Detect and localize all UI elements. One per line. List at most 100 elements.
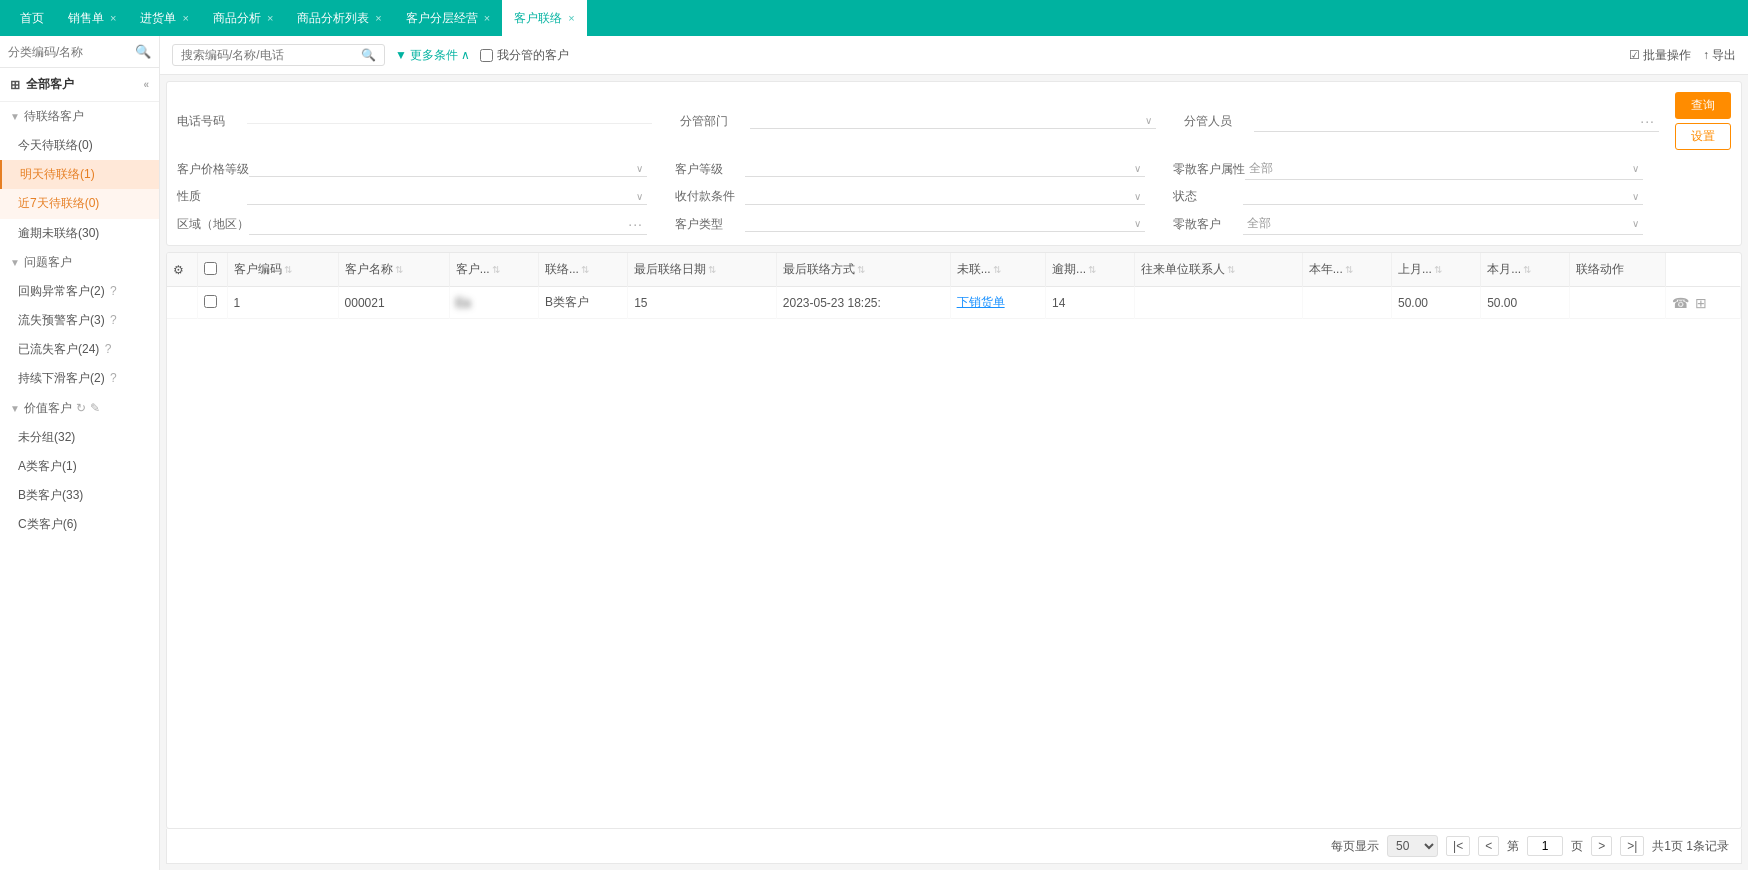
reset-button[interactable]: 设置 <box>1675 123 1731 150</box>
nav-analysis-list[interactable]: 商品分析列表 × <box>285 0 393 36</box>
nature-down-icon: ∨ <box>636 191 643 202</box>
last-page-button[interactable]: >| <box>1620 836 1644 856</box>
main-search-input[interactable] <box>181 48 361 62</box>
row-name[interactable]: Ea <box>449 287 538 319</box>
row-index: 1 <box>227 287 338 319</box>
group-problem-customers[interactable]: ▼ 问题客户 <box>0 248 159 277</box>
sort-overdue-icon[interactable]: ⇅ <box>1088 264 1096 275</box>
main-search-icon[interactable]: 🔍 <box>361 48 376 62</box>
col-last-month: 上月... ⇅ <box>1391 253 1480 287</box>
row-last-method[interactable]: 下销货单 <box>950 287 1045 319</box>
dept-select[interactable]: ∨ <box>750 113 1155 129</box>
sidebar-item-7days[interactable]: 近7天待联络(0) <box>0 189 159 218</box>
sidebar-item-overdue[interactable]: 逾期未联络(30) <box>0 219 159 248</box>
sort-contacts-icon[interactable]: ⇅ <box>581 264 589 275</box>
export-button[interactable]: ↑ 导出 <box>1703 47 1736 64</box>
group-value-customers[interactable]: ▼ 价值客户 ↻ ✎ <box>0 394 159 423</box>
sort-this-year-icon[interactable]: ⇅ <box>1345 264 1353 275</box>
refresh-icon[interactable]: ↻ <box>76 401 86 415</box>
sidebar-item-declining[interactable]: 持续下滑客户(2) ? <box>0 364 159 393</box>
batch-operation-button[interactable]: ☑ 批量操作 <box>1629 47 1691 64</box>
sidebar-item-abnormal[interactable]: 回购异常客户(2) ? <box>0 277 159 306</box>
sort-name-icon[interactable]: ⇅ <box>395 264 403 275</box>
sidebar-item-churned[interactable]: 已流失客户(24) ? <box>0 335 159 364</box>
sidebar-item-today[interactable]: 今天待联络(0) <box>0 131 159 160</box>
nature-select[interactable]: ∨ <box>247 189 647 205</box>
manager-select[interactable]: ··· <box>1254 111 1659 132</box>
row-select-checkbox[interactable] <box>204 295 217 308</box>
nav-sales[interactable]: 销售单 × <box>56 0 128 36</box>
retail-customer-select[interactable]: 全部 ∨ <box>1243 213 1643 235</box>
col-checkbox[interactable] <box>197 253 227 287</box>
filter-row-2: 客户价格等级 ∨ 客户等级 ∨ 零散客户属性 全部 ∨ <box>177 158 1731 180</box>
filter-actions: 查询 设置 <box>1675 92 1731 150</box>
content-area: 🔍 ▼ 更多条件 ∧ 我分管的客户 ☑ 批量操作 ↑ 导出 <box>160 36 1748 870</box>
nav-home[interactable]: 首页 <box>8 0 56 36</box>
action-more-icon[interactable]: ⊞ <box>1695 295 1707 311</box>
price-level-select[interactable]: ∨ <box>249 161 647 177</box>
nav-sales-close-icon[interactable]: × <box>110 12 116 24</box>
nav-contact-close-icon[interactable]: × <box>568 12 574 24</box>
query-button[interactable]: 查询 <box>1675 92 1731 119</box>
sidebar-item-ungroup[interactable]: 未分组(32) <box>0 423 159 452</box>
customer-level-select[interactable]: ∨ <box>745 161 1145 177</box>
nav-customer-segment[interactable]: 客户分层经营 × <box>394 0 502 36</box>
nav-customer-contact[interactable]: 客户联络 × <box>502 0 586 36</box>
select-all-checkbox[interactable] <box>204 262 217 275</box>
sort-date-icon[interactable]: ⇅ <box>708 264 716 275</box>
sort-code-icon[interactable]: ⇅ <box>284 264 292 275</box>
sidebar-item-class-b[interactable]: B类客户(33) <box>0 481 159 510</box>
nav-analysis[interactable]: 商品分析 × <box>201 0 285 36</box>
sort-contact-person-icon[interactable]: ⇅ <box>1227 264 1235 275</box>
row-settings <box>167 287 197 319</box>
sidebar-item-churn-warning[interactable]: 流失预警客户(3) ? <box>0 306 159 335</box>
page-size-select[interactable]: 50 100 200 <box>1387 835 1438 857</box>
sidebar-item-class-c[interactable]: C类客户(6) <box>0 510 159 539</box>
nav-segment-close-icon[interactable]: × <box>484 12 490 24</box>
sort-this-month-icon[interactable]: ⇅ <box>1523 264 1531 275</box>
filter-customer-type: 客户类型 ∨ <box>675 216 1145 233</box>
prev-page-button[interactable]: < <box>1478 836 1499 856</box>
col-settings[interactable]: ⚙ <box>167 253 197 287</box>
sort-type-icon[interactable]: ⇅ <box>492 264 500 275</box>
row-unlink-days: 14 <box>1046 287 1135 319</box>
my-customers-check[interactable] <box>480 49 493 62</box>
payment-select[interactable]: ∨ <box>745 189 1145 205</box>
action-phone-icon[interactable]: ☎ <box>1672 295 1689 311</box>
sidebar-item-tomorrow[interactable]: 明天待联络(1) <box>0 160 159 189</box>
sidebar-item-class-a[interactable]: A类客户(1) <box>0 452 159 481</box>
nav-purchase[interactable]: 进货单 × <box>128 0 200 36</box>
ctype-down-icon: ∨ <box>1134 218 1141 229</box>
edit-icon[interactable]: ✎ <box>90 401 100 415</box>
sidebar-search-icon[interactable]: 🔍 <box>135 44 151 59</box>
settings-icon[interactable]: ⚙ <box>173 263 184 277</box>
sort-last-month-icon[interactable]: ⇅ <box>1434 264 1442 275</box>
row-checkbox[interactable] <box>197 287 227 319</box>
phone-input[interactable] <box>247 119 652 124</box>
region-select[interactable]: ··· <box>249 214 647 235</box>
page-number-input[interactable] <box>1527 836 1563 856</box>
retail-attr-select[interactable]: 全部 ∨ <box>1245 158 1643 180</box>
my-customers-checkbox[interactable]: 我分管的客户 <box>480 47 569 64</box>
next-page-button[interactable]: > <box>1591 836 1612 856</box>
filter-row-3: 性质 ∨ 收付款条件 ∨ 状态 ∨ <box>177 188 1731 205</box>
sort-unlink-icon[interactable]: ⇅ <box>993 264 1001 275</box>
sidebar: 🔍 ⊞ 全部客户 « ▼ 待联络客户 今天待联络(0) 明天待联络(1) 近7天… <box>0 36 160 870</box>
collapse-icon[interactable]: « <box>143 79 149 90</box>
filter-phone: 电话号码 <box>177 113 652 130</box>
filter-retail-customer: 零散客户 全部 ∨ <box>1173 213 1643 235</box>
sidebar-search-input[interactable] <box>8 45 135 59</box>
sort-method-icon[interactable]: ⇅ <box>857 264 865 275</box>
check-icon: ☑ <box>1629 48 1640 62</box>
sidebar-all-customers[interactable]: ⊞ 全部客户 « <box>0 68 159 102</box>
nav-purchase-close-icon[interactable]: × <box>182 12 188 24</box>
nav-analysis-close-icon[interactable]: × <box>267 12 273 24</box>
status-select[interactable]: ∨ <box>1243 189 1643 205</box>
filter-payment: 收付款条件 ∨ <box>675 188 1145 205</box>
nav-analysis-list-close-icon[interactable]: × <box>375 12 381 24</box>
first-page-button[interactable]: |< <box>1446 836 1470 856</box>
customer-type-select[interactable]: ∨ <box>745 216 1145 232</box>
group-pending-contact[interactable]: ▼ 待联络客户 <box>0 102 159 131</box>
more-filter-button[interactable]: ▼ 更多条件 ∧ <box>395 47 470 64</box>
top-actions: ☑ 批量操作 ↑ 导出 <box>1629 47 1736 64</box>
